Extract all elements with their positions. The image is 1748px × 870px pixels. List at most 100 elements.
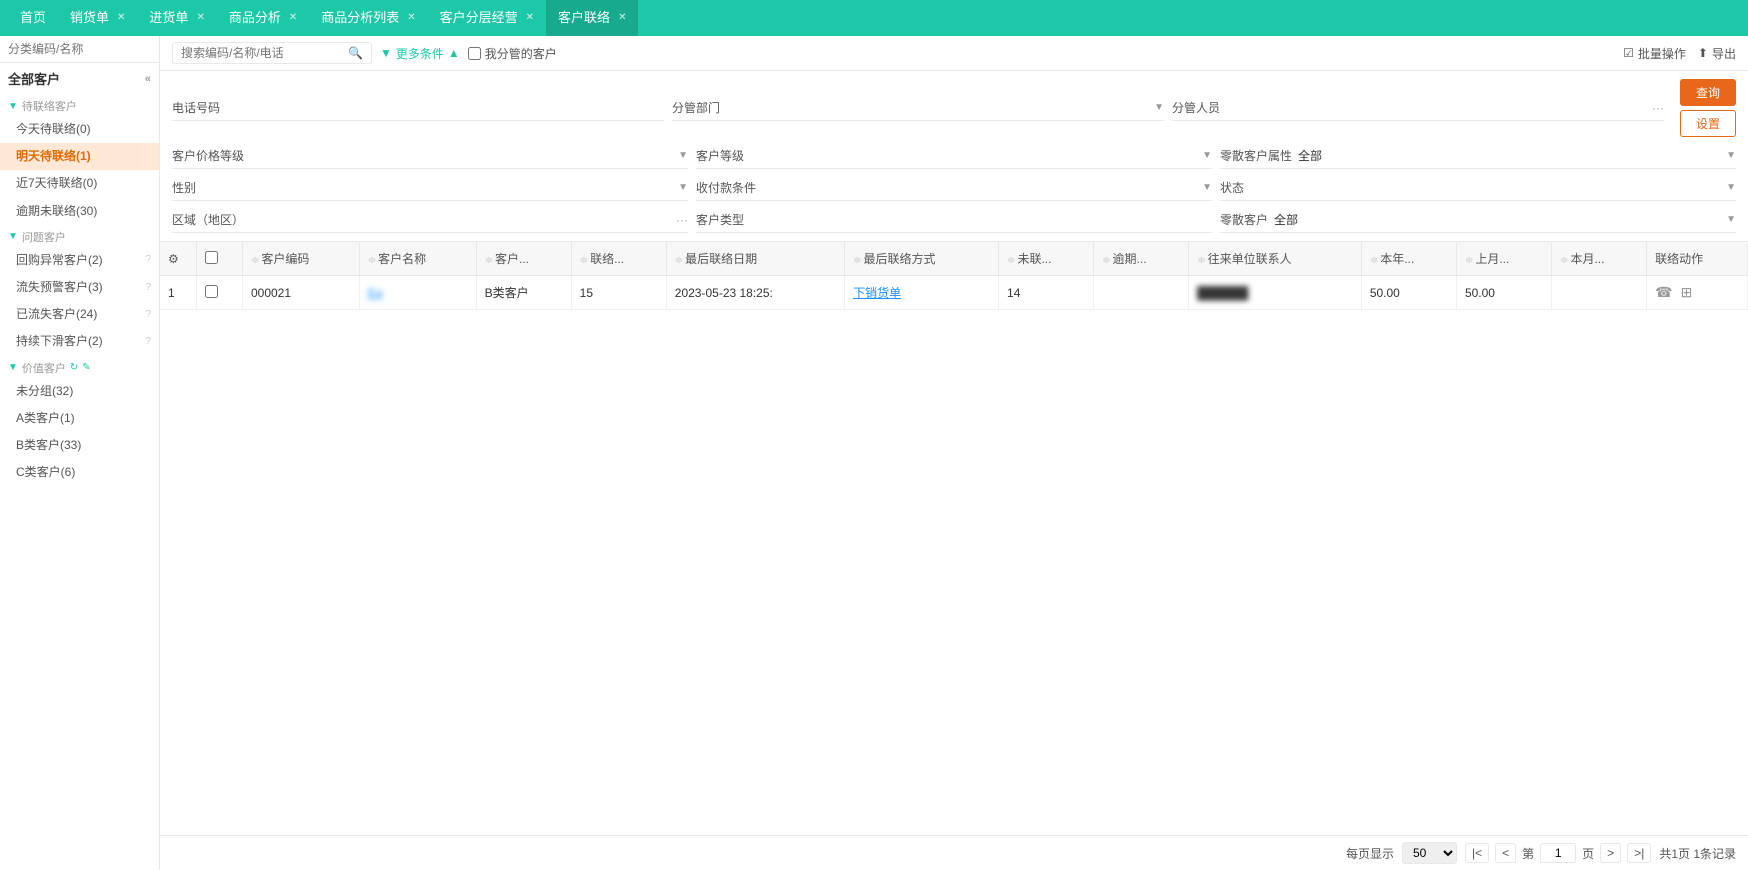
sidebar-item-today-contact[interactable]: 今天待联络(0) bbox=[0, 116, 159, 143]
nav-customer-contact[interactable]: 客户联络 ✕ bbox=[546, 0, 638, 36]
sort-type-icon[interactable]: ≑ bbox=[485, 255, 493, 266]
sort-last-month-icon[interactable]: ≑ bbox=[1465, 255, 1473, 266]
td-this-year: 50.00 bbox=[1361, 276, 1456, 310]
td-index: 1 bbox=[160, 276, 196, 310]
triangle-icon-2: ▼ bbox=[8, 231, 18, 242]
sidebar-item-ungrouped[interactable]: 未分组(32) bbox=[0, 378, 159, 405]
sidebar-item-overdue-contact[interactable]: 逾期未联络(30) bbox=[0, 198, 159, 225]
close-purchase-order-icon[interactable]: ✕ bbox=[196, 0, 204, 36]
td-customer-type: B类客户 bbox=[476, 276, 571, 310]
sort-method-icon[interactable]: ≑ bbox=[853, 255, 861, 266]
nav-product-analysis-list[interactable]: 商品分析列表 ✕ bbox=[309, 0, 427, 36]
sidebar-item-class-b[interactable]: B类客户(33) bbox=[0, 432, 159, 459]
customer-name-link[interactable]: Ea bbox=[368, 286, 383, 300]
sort-this-month-icon[interactable]: ≑ bbox=[1560, 255, 1568, 266]
toolbar-right: ☑ 批量操作 ⬆ 导出 bbox=[1623, 45, 1736, 62]
nav-home[interactable]: 首页 bbox=[8, 0, 58, 36]
td-name[interactable]: Ea bbox=[359, 276, 476, 310]
value-group-label: ▼ 价值客户 ↻ ✎ bbox=[0, 356, 159, 378]
close-customer-tier-icon[interactable]: ✕ bbox=[526, 0, 534, 36]
more-filter-button[interactable]: ▼ 更多条件 ▲ bbox=[380, 45, 460, 62]
nav-sales-order[interactable]: 销货单 ✕ bbox=[58, 0, 137, 36]
collapse-icon: « bbox=[145, 73, 151, 85]
td-overdue bbox=[1094, 276, 1189, 310]
sidebar-item-class-c[interactable]: C类客户(6) bbox=[0, 459, 159, 486]
close-customer-contact-icon[interactable]: ✕ bbox=[618, 0, 626, 36]
sort-person-icon[interactable]: ≑ bbox=[1197, 255, 1205, 266]
sidebar-item-loss-warning[interactable]: 流失预警客户(3) ? bbox=[0, 274, 159, 301]
more-action-icon[interactable]: ⊞ bbox=[1681, 284, 1693, 301]
sidebar-item-lost-customers[interactable]: 已流失客户(24) ? bbox=[0, 301, 159, 328]
last-page-button[interactable]: >| bbox=[1627, 843, 1651, 863]
filter-retail-attr: 零散客户属性 全部 ▼ bbox=[1220, 143, 1736, 169]
batch-button[interactable]: ☑ 批量操作 bbox=[1623, 45, 1686, 62]
table-container: ⚙ ≑客户编码 ≑客户名称 ≑客户... ≑联络... ≑最后联络日期 ≑最后联… bbox=[160, 242, 1748, 835]
sort-contact-icon[interactable]: ≑ bbox=[580, 255, 588, 266]
close-sales-order-icon[interactable]: ✕ bbox=[117, 0, 125, 36]
sort-name-icon[interactable]: ≑ bbox=[368, 255, 376, 266]
td-last-contact-method[interactable]: 下销货单 bbox=[845, 276, 999, 310]
filter-actions: 查询 设置 bbox=[1680, 79, 1736, 137]
close-product-analysis-list-icon[interactable]: ✕ bbox=[407, 0, 415, 36]
sort-overdue-icon[interactable]: ≑ bbox=[1102, 255, 1110, 266]
td-last-contact-date: 2023-05-23 18:25: bbox=[666, 276, 844, 310]
help-icon-3[interactable]: ? bbox=[145, 307, 151, 323]
filter-row-4: 区域（地区） ··· 客户类型 零散客户 全部 ▼ bbox=[172, 207, 1736, 233]
top-navigation: 首页 销货单 ✕ 进货单 ✕ 商品分析 ✕ 商品分析列表 ✕ 客户分层经营 ✕ … bbox=[0, 0, 1748, 36]
td-contact-count: 15 bbox=[571, 276, 666, 310]
row-checkbox[interactable] bbox=[205, 285, 218, 298]
td-last-month: 50.00 bbox=[1456, 276, 1551, 310]
sidebar-item-class-a[interactable]: A类客户(1) bbox=[0, 405, 159, 432]
footer: 每页显示 50 100 200 |< < 第 页 > >| 共1页 1条记录 bbox=[160, 835, 1748, 870]
sidebar-item-tomorrow-contact[interactable]: 明天待联络(1) bbox=[0, 143, 159, 170]
triangle-icon: ▼ bbox=[8, 101, 18, 112]
export-button[interactable]: ⬆ 导出 bbox=[1698, 45, 1736, 62]
my-customers-checkbox-label[interactable]: 我分管的客户 bbox=[468, 45, 557, 62]
person-dots-icon[interactable]: ··· bbox=[1652, 101, 1664, 115]
th-checkbox[interactable] bbox=[196, 242, 242, 276]
refresh-icon[interactable]: ↻ bbox=[70, 362, 78, 373]
region-dots-icon[interactable]: ··· bbox=[676, 213, 688, 227]
settings-button[interactable]: 设置 bbox=[1680, 110, 1736, 137]
contact-person-text: ██████ bbox=[1197, 286, 1248, 300]
last-contact-method-link[interactable]: 下销货单 bbox=[853, 286, 901, 300]
td-uncontacted: 14 bbox=[999, 276, 1094, 310]
help-icon-2[interactable]: ? bbox=[145, 280, 151, 296]
all-customers-header[interactable]: 全部客户 « bbox=[0, 63, 159, 94]
page-size-select[interactable]: 50 100 200 bbox=[1402, 842, 1457, 864]
filter-customer-type: 客户类型 bbox=[696, 207, 1212, 233]
query-button[interactable]: 查询 bbox=[1680, 79, 1736, 106]
my-customers-checkbox[interactable] bbox=[468, 47, 481, 60]
search-icon[interactable]: 🔍 bbox=[348, 46, 363, 60]
table-row: 1 000021 Ea B类客户 15 2023-05-23 18:25: 下销… bbox=[160, 276, 1748, 310]
select-all-checkbox[interactable] bbox=[205, 251, 218, 264]
prev-page-button[interactable]: < bbox=[1495, 843, 1516, 863]
filter-region: 区域（地区） ··· bbox=[172, 207, 688, 233]
search-input[interactable] bbox=[181, 46, 348, 60]
nav-product-analysis[interactable]: 商品分析 ✕ bbox=[217, 0, 309, 36]
sidebar-item-declining-customers[interactable]: 持续下滑客户(2) ? bbox=[0, 328, 159, 355]
sort-year-icon[interactable]: ≑ bbox=[1370, 255, 1378, 266]
phone-action-icon[interactable]: ☎ bbox=[1655, 284, 1672, 301]
close-product-analysis-icon[interactable]: ✕ bbox=[289, 0, 297, 36]
edit-icon[interactable]: ✎ bbox=[82, 362, 90, 373]
first-page-button[interactable]: |< bbox=[1465, 843, 1489, 863]
sort-uncontacted-icon[interactable]: ≑ bbox=[1007, 255, 1015, 266]
next-page-button[interactable]: > bbox=[1600, 843, 1621, 863]
td-checkbox[interactable] bbox=[196, 276, 242, 310]
sort-code-icon[interactable]: ≑ bbox=[251, 255, 259, 266]
sidebar-search-input[interactable] bbox=[8, 42, 160, 56]
th-contact-person: ≑往来单位联系人 bbox=[1189, 242, 1362, 276]
th-settings[interactable]: ⚙ bbox=[160, 242, 196, 276]
nav-customer-tier[interactable]: 客户分层经营 ✕ bbox=[428, 0, 546, 36]
filter-price-level: 客户价格等级 ▼ bbox=[172, 143, 688, 169]
toolbar: 🔍 ▼ 更多条件 ▲ 我分管的客户 ☑ 批量操作 ⬆ 导出 bbox=[160, 36, 1748, 71]
page-number-input[interactable] bbox=[1540, 843, 1576, 863]
nav-purchase-order[interactable]: 进货单 ✕ bbox=[137, 0, 216, 36]
sidebar-item-repurchase-abnormal[interactable]: 回购异常客户(2) ? bbox=[0, 247, 159, 274]
sort-date-icon[interactable]: ≑ bbox=[675, 255, 683, 266]
help-icon-1[interactable]: ? bbox=[145, 252, 151, 268]
filter-phone: 电话号码 bbox=[172, 95, 664, 121]
sidebar-item-7days-contact[interactable]: 近7天待联络(0) bbox=[0, 170, 159, 197]
help-icon-4[interactable]: ? bbox=[145, 334, 151, 350]
